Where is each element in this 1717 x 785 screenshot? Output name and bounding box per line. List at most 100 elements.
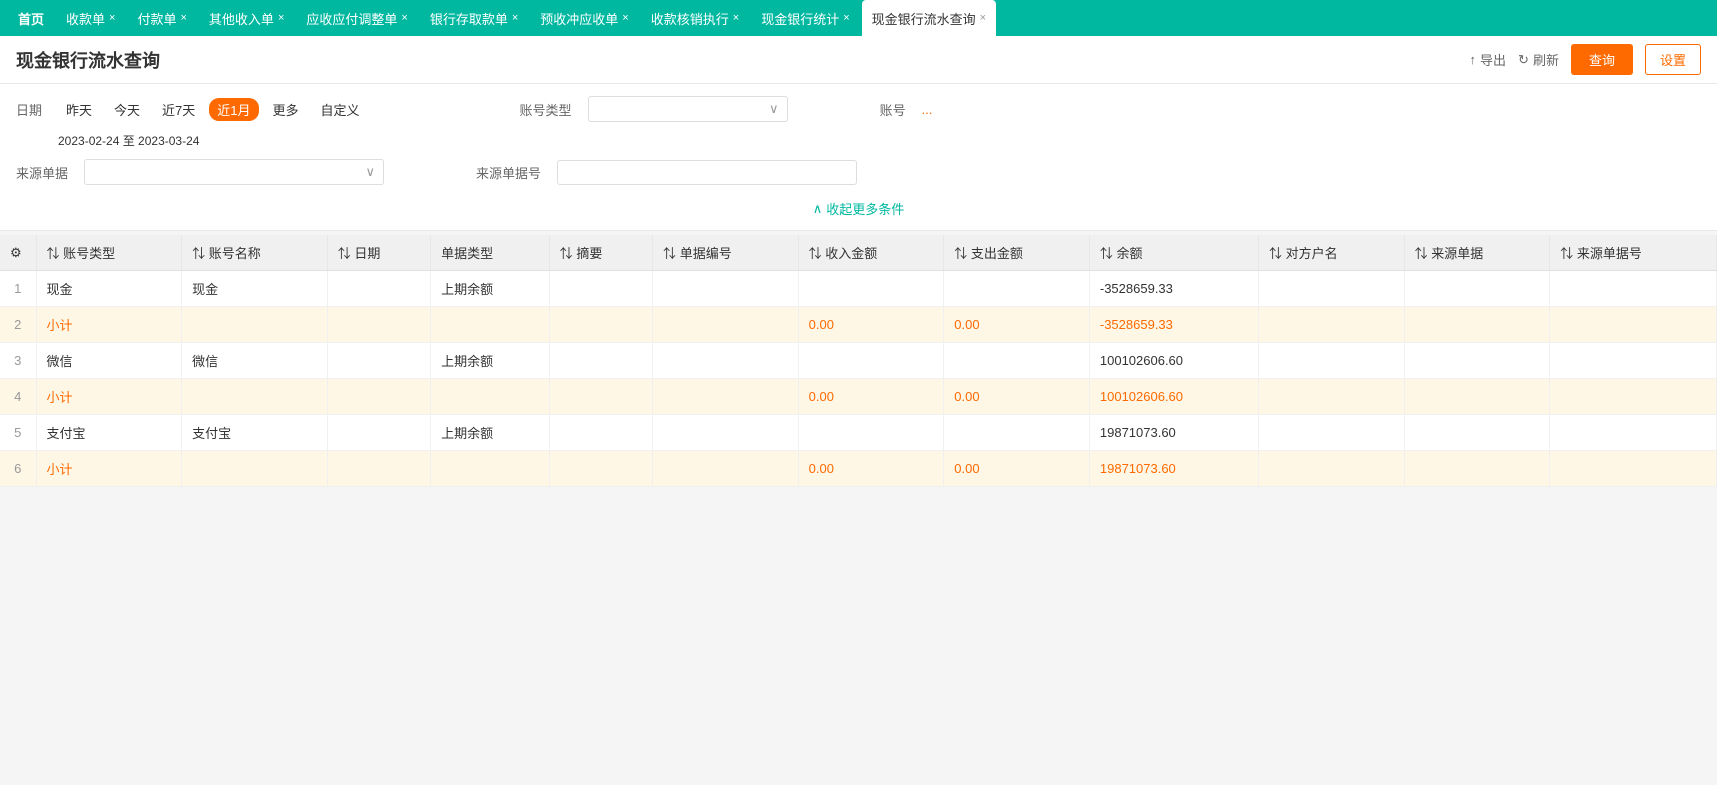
cell-account-name: 现金 [182, 271, 328, 307]
sort-icon[interactable]: ⇅ [1560, 246, 1573, 261]
cell-doc-type [431, 379, 550, 415]
source-doc-no-input[interactable] [557, 160, 857, 185]
row-num: 1 [0, 271, 36, 307]
cell-balance: -3528659.33 [1089, 307, 1258, 343]
cell-counterpart [1259, 415, 1405, 451]
export-button[interactable]: ↑ 导出 [1470, 50, 1507, 69]
table-header-row: ⚙ ⇅ 账号类型 ⇅ 账号名称 ⇅ 日期 单据类型 ⇅ [0, 235, 1717, 271]
close-icon[interactable]: × [980, 12, 986, 24]
col-balance: ⇅ 余额 [1089, 235, 1258, 271]
account-type-select[interactable]: ∨ [588, 96, 788, 122]
cell-account-name: 支付宝 [182, 415, 328, 451]
nav-tab-6[interactable]: 收款核销执行 × [641, 0, 749, 36]
cell-account-type: 现金 [36, 271, 182, 307]
cell-source-doc [1404, 415, 1550, 451]
row-num: 4 [0, 379, 36, 415]
account-type-label: 账号类型 [520, 100, 572, 119]
cell-account-type: 支付宝 [36, 415, 182, 451]
account-more-button[interactable]: ... [922, 102, 933, 117]
col-settings[interactable]: ⚙ [0, 235, 36, 271]
date-opt-yesterday[interactable]: 昨天 [58, 98, 100, 121]
close-icon[interactable]: × [622, 12, 628, 24]
cell-account-type: 小计 [36, 307, 182, 343]
collapse-button[interactable]: ∧ 收起更多条件 [813, 199, 905, 218]
col-account-type: ⇅ 账号类型 [36, 235, 182, 271]
sort-icon[interactable]: ⇅ [338, 246, 351, 261]
cell-account-type: 小计 [36, 451, 182, 487]
cell-source-doc-no [1550, 451, 1717, 487]
refresh-button[interactable]: ↻ 刷新 [1518, 50, 1559, 69]
close-icon[interactable]: × [401, 12, 407, 24]
table-row[interactable]: 4小计0.000.00100102606.60 [0, 379, 1717, 415]
account-label: 账号 [880, 100, 906, 119]
source-doc-select[interactable]: ∨ [84, 159, 384, 185]
cell-source-doc [1404, 379, 1550, 415]
cell-counterpart [1259, 379, 1405, 415]
cell-doc-type: 上期余额 [431, 271, 550, 307]
date-opt-custom[interactable]: 自定义 [313, 98, 368, 121]
close-icon[interactable]: × [733, 12, 739, 24]
sort-icon[interactable]: ⇅ [663, 246, 676, 261]
top-navigation: 首页 收款单 × 付款单 × 其他收入单 × 应收应付调整单 × 银行存取款单 … [0, 0, 1717, 36]
date-opt-7days[interactable]: 近7天 [154, 98, 203, 121]
sort-icon[interactable]: ⇅ [1100, 246, 1113, 261]
date-opt-1month[interactable]: 近1月 [209, 98, 258, 121]
query-button[interactable]: 查询 [1571, 44, 1633, 75]
chevron-down-icon: ∨ [769, 101, 779, 117]
table-row[interactable]: 5支付宝支付宝上期余额19871073.60 [0, 415, 1717, 451]
date-opt-more[interactable]: 更多 [265, 98, 307, 121]
table-row[interactable]: 1现金现金上期余额-3528659.33 [0, 271, 1717, 307]
export-icon: ↑ [1470, 52, 1477, 67]
close-icon[interactable]: × [109, 12, 115, 24]
filter-row-source: 来源单据 ∨ 来源单据号 [16, 159, 1701, 185]
row-num: 3 [0, 343, 36, 379]
col-expense: ⇅ 支出金额 [944, 235, 1090, 271]
cell-account-name [182, 451, 328, 487]
sort-icon[interactable]: ⇅ [954, 246, 967, 261]
cell-account-type: 微信 [36, 343, 182, 379]
nav-tab-5[interactable]: 预收冲应收单 × [530, 0, 638, 36]
close-icon[interactable]: × [278, 12, 284, 24]
close-icon[interactable]: × [843, 12, 849, 24]
source-doc-label: 来源单据 [16, 163, 68, 182]
nav-tab-8[interactable]: 现金银行流水查询 × [862, 0, 996, 36]
nav-home[interactable]: 首页 [8, 0, 54, 36]
setting-button[interactable]: 设置 [1645, 44, 1701, 75]
nav-tab-7[interactable]: 现金银行统计 × [751, 0, 859, 36]
cell-date [327, 307, 430, 343]
cell-doc-no [653, 451, 799, 487]
date-opt-today[interactable]: 今天 [106, 98, 148, 121]
sort-icon[interactable]: ⇅ [1269, 246, 1282, 261]
close-icon[interactable]: × [512, 12, 518, 24]
gear-icon: ⚙ [10, 245, 22, 260]
nav-tab-1[interactable]: 付款单 × [127, 0, 196, 36]
cell-doc-type: 上期余额 [431, 343, 550, 379]
cell-source-doc [1404, 271, 1550, 307]
nav-tab-4[interactable]: 银行存取款单 × [420, 0, 528, 36]
sort-icon[interactable]: ⇅ [560, 246, 573, 261]
cell-date [327, 451, 430, 487]
table-row[interactable]: 6小计0.000.0019871073.60 [0, 451, 1717, 487]
page-title: 现金银行流水查询 [16, 47, 160, 73]
sort-icon[interactable]: ⇅ [47, 246, 60, 261]
nav-tab-2[interactable]: 其他收入单 × [199, 0, 294, 36]
sort-icon[interactable]: ⇅ [1415, 246, 1428, 261]
cell-summary [549, 343, 652, 379]
cell-balance: 100102606.60 [1089, 379, 1258, 415]
cell-summary [549, 271, 652, 307]
cell-account-type: 小计 [36, 379, 182, 415]
close-icon[interactable]: × [180, 12, 186, 24]
nav-tab-0[interactable]: 收款单 × [56, 0, 125, 36]
table-row[interactable]: 3微信微信上期余额100102606.60 [0, 343, 1717, 379]
cell-expense [944, 343, 1090, 379]
sort-icon[interactable]: ⇅ [192, 246, 205, 261]
cell-date [327, 343, 430, 379]
table-row[interactable]: 2小计0.000.00-3528659.33 [0, 307, 1717, 343]
row-num: 2 [0, 307, 36, 343]
sort-icon[interactable]: ⇅ [809, 246, 822, 261]
cell-balance: 19871073.60 [1089, 451, 1258, 487]
nav-tab-3[interactable]: 应收应付调整单 × [296, 0, 417, 36]
col-date: ⇅ 日期 [327, 235, 430, 271]
cell-date [327, 415, 430, 451]
col-account-name: ⇅ 账号名称 [182, 235, 328, 271]
